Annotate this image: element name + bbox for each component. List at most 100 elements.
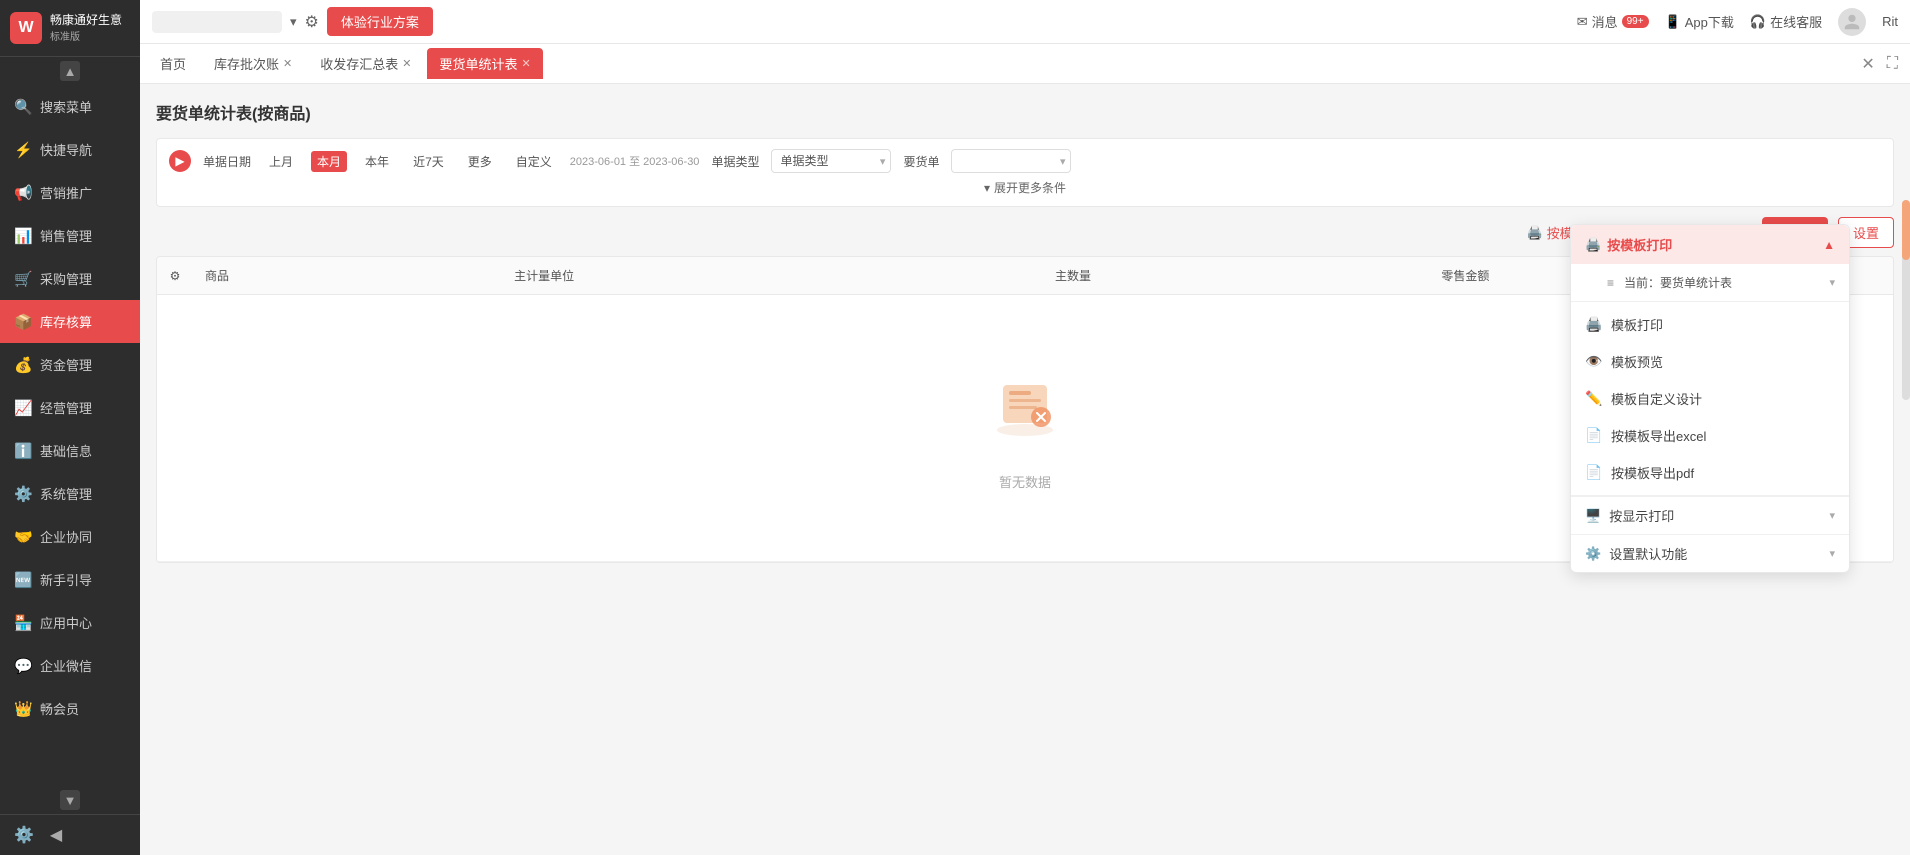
avatar[interactable] (1838, 8, 1866, 36)
scroll-up-btn[interactable]: ▲ (60, 61, 80, 81)
dp-item-template-print[interactable]: 🖨️ 模板打印 (1571, 306, 1849, 343)
app-download-btn[interactable]: 📱 App下载 (1665, 12, 1734, 31)
inventory-icon: 📦 (14, 313, 32, 331)
appstore-icon: 🏪 (14, 614, 32, 632)
message-badge: 99+ (1622, 15, 1649, 28)
order-type-wrapper (951, 149, 1071, 173)
sidebar-label-operations: 经营管理 (40, 398, 92, 417)
date-range-display: 2023-06-01 至 2023-06-30 (570, 153, 700, 169)
dp-item-export-pdf[interactable]: 📄 按模板导出pdf (1571, 454, 1849, 491)
dp-default-arrow-icon: ▾ (1829, 547, 1835, 560)
app-download-label: App下载 (1685, 12, 1734, 31)
system-icon: ⚙️ (14, 485, 32, 503)
sidebar-label-marketing: 营销推广 (40, 183, 92, 202)
sidebar-item-marketing[interactable]: 📢 营销推广 (0, 171, 140, 214)
quicknav-icon: ⚡ (14, 141, 32, 159)
dp-current-item[interactable]: ≡ 当前：要货单统计表 ▾ (1571, 268, 1849, 297)
sidebar-label-search: 搜索菜单 (40, 97, 92, 116)
date-btn-last-month[interactable]: 上月 (263, 151, 299, 172)
sidebar-item-operations[interactable]: 📈 经营管理 (0, 386, 140, 429)
sidebar-item-purchase[interactable]: 🛒 采购管理 (0, 257, 140, 300)
date-btn-custom[interactable]: 自定义 (510, 151, 558, 172)
trial-btn[interactable]: 体验行业方案 (327, 7, 433, 36)
tab-close-receipt[interactable]: ✕ (402, 57, 411, 70)
sidebar-item-sales[interactable]: 📊 销售管理 (0, 214, 140, 257)
topbar-search-input[interactable] (152, 11, 282, 33)
sidebar-item-search[interactable]: 🔍 搜索菜单 (0, 85, 140, 128)
dp-item-export-excel[interactable]: 📄 按模板导出excel (1571, 417, 1849, 454)
finance-icon: 💰 (14, 356, 32, 374)
collab-icon: 🤝 (14, 528, 32, 546)
sidebar-item-system[interactable]: ⚙️ 系统管理 (0, 472, 140, 515)
topbar-gear-icon[interactable]: ⚙ (305, 12, 319, 32)
sidebar-item-finance[interactable]: 💰 资金管理 (0, 343, 140, 386)
sidebar-bottom: ⚙️ ◀ (0, 814, 140, 855)
th-unit: 主计量单位 (502, 257, 1043, 295)
headset-icon: 🎧 (1750, 14, 1766, 30)
sidebar-label-guide: 新手引导 (40, 570, 92, 589)
tab-close-order[interactable]: ✕ (522, 57, 531, 70)
app-name: 畅康通好生意 (50, 13, 122, 29)
sidebar-label-finance: 资金管理 (40, 355, 92, 374)
dp-title: 按模板打印 (1607, 235, 1672, 254)
topbar-dropdown-btn[interactable]: ▾ (290, 14, 297, 30)
date-btn-7days[interactable]: 近7天 (407, 151, 450, 172)
tab-close-all-btn[interactable]: ✕ (1857, 50, 1878, 78)
th-product: 商品 (193, 257, 502, 295)
dp-display-print-label: 按显示打印 (1609, 506, 1674, 525)
sidebar-item-member[interactable]: 👑 畅会员 (0, 687, 140, 730)
type-select-wrapper: 单据类型 (771, 149, 891, 173)
dp-item-template-preview[interactable]: 👁️ 模板预览 (1571, 343, 1849, 380)
expand-filter-icon: ▾ (984, 181, 990, 195)
type-filter-label: 单据类型 (711, 153, 759, 170)
scroll-down-btn[interactable]: ▼ (60, 790, 80, 810)
sales-icon: 📊 (14, 227, 32, 245)
th-gear: ⚙ (157, 257, 193, 295)
sidebar-item-wechat[interactable]: 💬 企业微信 (0, 644, 140, 687)
tab-order-stats[interactable]: 要货单统计表 ✕ (427, 48, 542, 79)
dp-current-label: 当前：要货单统计表 (1624, 274, 1732, 291)
online-service-btn[interactable]: 🎧 在线客服 (1750, 12, 1822, 31)
collapse-sidebar-btn[interactable]: ◀ (50, 825, 62, 845)
column-settings-icon[interactable]: ⚙ (170, 269, 181, 283)
dp-item-template-design[interactable]: ✏️ 模板自定义设计 (1571, 380, 1849, 417)
tab-receipt-summary[interactable]: 收发存汇总表 ✕ (308, 48, 423, 79)
sidebar-item-appstore[interactable]: 🏪 应用中心 (0, 601, 140, 644)
dp-display-print[interactable]: 🖥️ 按显示打印 ▾ (1571, 496, 1849, 534)
tabbar-actions: ✕ ⛶ (1857, 50, 1902, 78)
sidebar-item-basic[interactable]: ℹ️ 基础信息 (0, 429, 140, 472)
expand-filter-label: 展开更多条件 (994, 179, 1066, 196)
dp-export-pdf-icon: 📄 (1585, 464, 1603, 481)
sidebar-label-collab: 企业协同 (40, 527, 92, 546)
right-scrollbar[interactable] (1902, 200, 1910, 400)
sidebar-item-guide[interactable]: 🆕 新手引导 (0, 558, 140, 601)
date-btn-this-year[interactable]: 本年 (359, 151, 395, 172)
sidebar-label-purchase: 采购管理 (40, 269, 92, 288)
dp-header[interactable]: 🖨️ 按模板打印 ▲ (1571, 225, 1849, 264)
dp-template-preview-label: 模板预览 (1611, 352, 1663, 371)
dp-template-design-icon: ✏️ (1585, 390, 1603, 407)
tab-home[interactable]: 首页 (148, 48, 198, 79)
type-select[interactable]: 单据类型 (771, 149, 891, 173)
sidebar-label-quicknav: 快捷导航 (40, 140, 92, 159)
dp-template-print-label: 模板打印 (1611, 315, 1663, 334)
date-btn-more[interactable]: 更多 (462, 151, 498, 172)
sidebar-item-quicknav[interactable]: ⚡ 快捷导航 (0, 128, 140, 171)
search-icon: 🔍 (14, 98, 32, 116)
dp-export-excel-icon: 📄 (1585, 427, 1603, 444)
message-btn[interactable]: ✉ 消息 99+ (1577, 12, 1649, 31)
filter-toggle-btn[interactable]: ▶ (169, 150, 191, 172)
username-label: Rit (1882, 14, 1898, 29)
expand-filter-btn[interactable]: ▾ 展开更多条件 (984, 179, 1066, 196)
settings-bottom-icon[interactable]: ⚙️ (14, 825, 34, 845)
tab-fullscreen-btn[interactable]: ⛶ (1883, 50, 1902, 78)
sidebar-item-collab[interactable]: 🤝 企业协同 (0, 515, 140, 558)
tab-close-batch[interactable]: ✕ (283, 57, 292, 70)
dp-default-func[interactable]: ⚙️ 设置默认功能 ▾ (1571, 534, 1849, 572)
filter-row: ▶ 单据日期 上月 本月 本年 近7天 更多 自定义 2023-06-01 至 … (169, 149, 1881, 173)
basic-icon: ℹ️ (14, 442, 32, 460)
tab-batch-accounts[interactable]: 库存批次账 ✕ (202, 48, 304, 79)
order-type-select[interactable] (951, 149, 1071, 173)
date-btn-this-month[interactable]: 本月 (311, 151, 347, 172)
sidebar-item-inventory[interactable]: 📦 库存核算 (0, 300, 140, 343)
